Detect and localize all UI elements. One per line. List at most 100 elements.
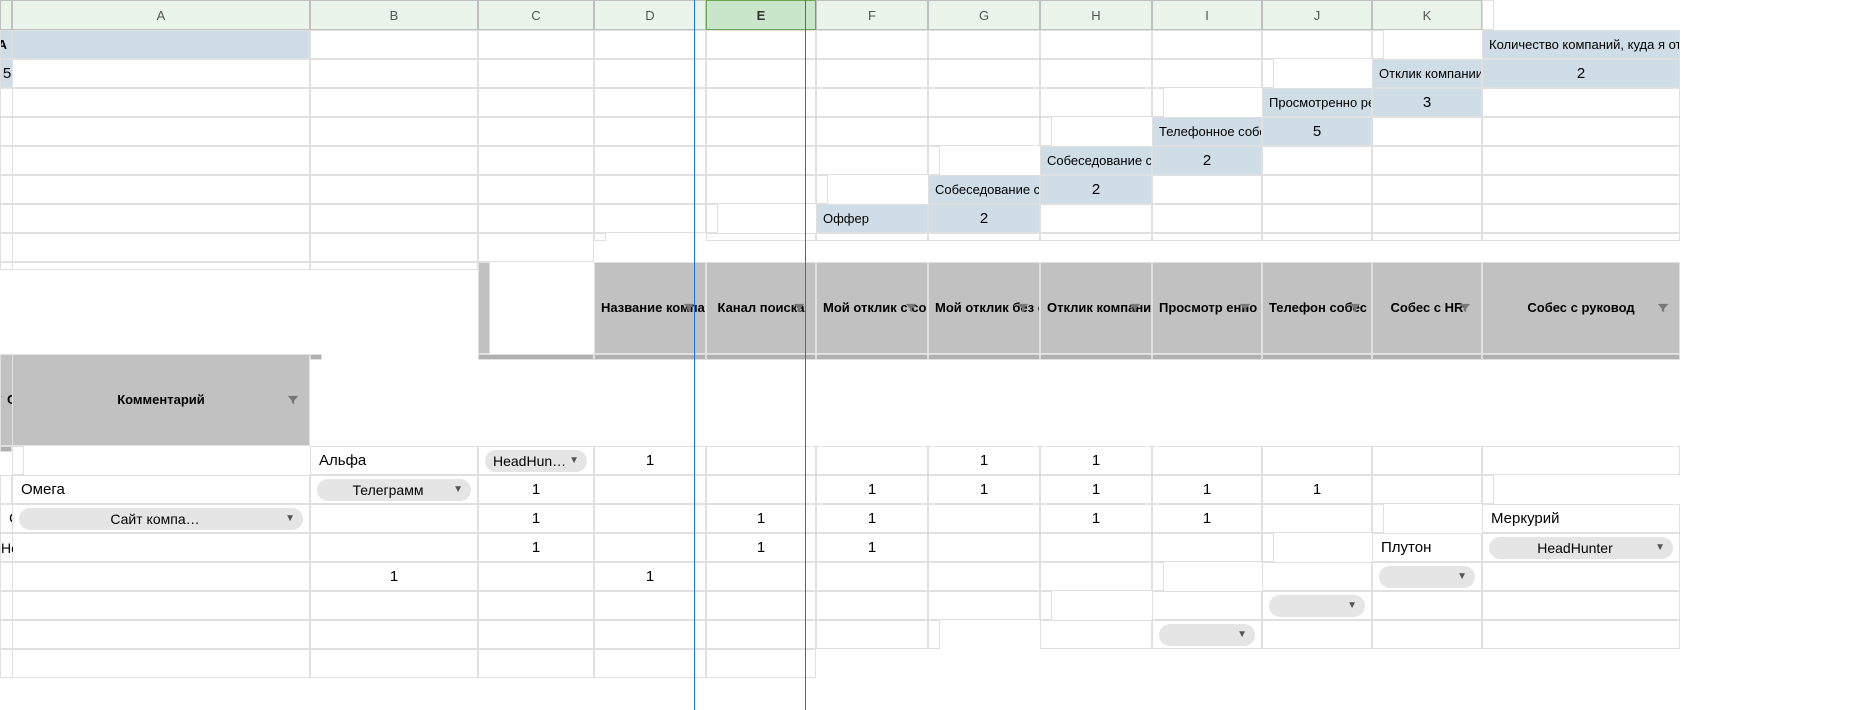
data-cell[interactable] (816, 446, 928, 475)
company-cell[interactable] (1040, 620, 1152, 649)
empty-cell[interactable] (1262, 146, 1372, 175)
filter-icon[interactable] (1347, 300, 1363, 316)
filter-icon[interactable] (285, 392, 301, 408)
row-header[interactable] (1152, 562, 1164, 591)
table-header-cell[interactable]: Собес с HR (1372, 262, 1482, 354)
channel-dropdown[interactable]: ▼ (1269, 595, 1365, 617)
data-cell[interactable] (928, 562, 1040, 591)
column-header-K[interactable]: K (1372, 0, 1482, 30)
data-cell[interactable] (478, 620, 594, 649)
row-header[interactable] (1482, 475, 1494, 504)
company-cell[interactable]: Плутон (1372, 533, 1482, 562)
table-header-cell[interactable]: Комментарий (12, 354, 310, 446)
row-header[interactable] (928, 146, 940, 175)
column-header-B[interactable]: B (310, 0, 478, 30)
empty-cell[interactable] (1152, 175, 1262, 204)
channel-cell[interactable]: HeadHunter▼ (1482, 533, 1680, 562)
empty-cell[interactable] (594, 117, 706, 146)
data-cell[interactable] (1262, 620, 1372, 649)
row-header[interactable] (706, 204, 718, 233)
stat-label[interactable]: Собеседование с HR (1040, 146, 1152, 175)
empty-cell[interactable] (706, 175, 816, 204)
empty-cell[interactable] (310, 30, 478, 59)
company-cell[interactable]: Меркурий (1482, 504, 1680, 533)
data-cell[interactable] (706, 620, 816, 649)
empty-cell[interactable] (816, 117, 928, 146)
empty-cell[interactable] (1372, 175, 1482, 204)
stat-label[interactable]: Отклик компании (1372, 59, 1482, 88)
data-cell[interactable]: 1 (1262, 475, 1372, 504)
stat-label[interactable]: Оффер (816, 204, 928, 233)
empty-cell[interactable] (928, 88, 1040, 117)
table-header-cell[interactable]: Канал поиска (706, 262, 816, 354)
data-cell[interactable] (310, 504, 478, 533)
empty-cell[interactable] (310, 175, 478, 204)
column-header-C[interactable]: C (478, 0, 594, 30)
empty-cell[interactable] (928, 117, 1040, 146)
data-cell[interactable] (928, 504, 1040, 533)
data-cell[interactable] (594, 591, 706, 620)
stat-label[interactable]: Собеседование с руководителем (928, 175, 1040, 204)
data-cell[interactable]: 1 (310, 562, 478, 591)
filter-icon[interactable] (681, 300, 697, 316)
channel-cell[interactable]: Сайт компа…▼ (12, 504, 310, 533)
empty-cell[interactable] (1482, 146, 1680, 175)
channel-cell[interactable]: ▼ (1262, 591, 1372, 620)
data-cell[interactable]: 1 (928, 475, 1040, 504)
empty-cell[interactable] (478, 88, 594, 117)
empty-cell[interactable] (1262, 30, 1372, 59)
empty-cell[interactable] (1152, 59, 1262, 88)
empty-cell[interactable] (12, 233, 310, 262)
empty-cell[interactable] (816, 30, 928, 59)
data-cell[interactable] (310, 620, 478, 649)
empty-cell[interactable] (1372, 117, 1482, 146)
empty-cell[interactable] (310, 88, 478, 117)
channel-cell[interactable]: ▼ (1372, 562, 1482, 591)
filter-icon[interactable] (791, 300, 807, 316)
data-cell[interactable] (1040, 562, 1152, 591)
data-cell[interactable]: 1 (928, 446, 1040, 475)
empty-cell[interactable] (478, 117, 594, 146)
data-cell[interactable] (478, 649, 594, 678)
empty-cell[interactable] (12, 204, 310, 233)
channel-cell[interactable]: Телеграмм▼ (310, 475, 478, 504)
data-cell[interactable] (594, 533, 706, 562)
empty-cell[interactable] (594, 204, 706, 233)
table-header-cell[interactable]: Мой отклик с сопровод письмом (816, 262, 928, 354)
empty-cell[interactable] (594, 59, 706, 88)
empty-cell[interactable] (1482, 233, 1680, 241)
company-cell[interactable] (1152, 591, 1262, 620)
column-header-I[interactable]: I (1152, 0, 1262, 30)
empty-cell[interactable] (594, 30, 706, 59)
data-cell[interactable]: 1 (706, 504, 816, 533)
empty-cell[interactable] (478, 204, 594, 233)
data-cell[interactable] (1372, 475, 1482, 504)
empty-cell[interactable] (1040, 88, 1152, 117)
data-cell[interactable] (310, 533, 478, 562)
empty-cell[interactable] (594, 88, 706, 117)
empty-cell[interactable] (1040, 233, 1152, 241)
channel-dropdown[interactable]: ▼ (1379, 566, 1475, 588)
data-cell[interactable] (706, 649, 816, 678)
row-header[interactable] (0, 475, 12, 504)
data-cell[interactable] (706, 562, 816, 591)
data-cell[interactable] (310, 591, 478, 620)
data-cell[interactable] (478, 562, 594, 591)
empty-cell[interactable] (478, 59, 594, 88)
empty-cell[interactable] (1152, 30, 1262, 59)
data-cell[interactable]: 1 (594, 446, 706, 475)
data-cell[interactable] (594, 620, 706, 649)
table-header-cell[interactable]: Название компании (594, 262, 706, 354)
empty-cell[interactable] (706, 117, 816, 146)
data-cell[interactable] (310, 649, 478, 678)
empty-cell[interactable] (816, 146, 928, 175)
column-header-E[interactable]: E (706, 0, 816, 30)
empty-cell[interactable] (478, 30, 594, 59)
data-cell[interactable]: 1 (1040, 504, 1152, 533)
data-cell[interactable]: 1 (816, 504, 928, 533)
data-cell[interactable] (12, 620, 310, 649)
company-cell[interactable]: Альфа (310, 446, 478, 475)
empty-cell[interactable] (1262, 175, 1372, 204)
column-header-F[interactable]: F (816, 0, 928, 30)
empty-cell[interactable] (1152, 233, 1262, 241)
